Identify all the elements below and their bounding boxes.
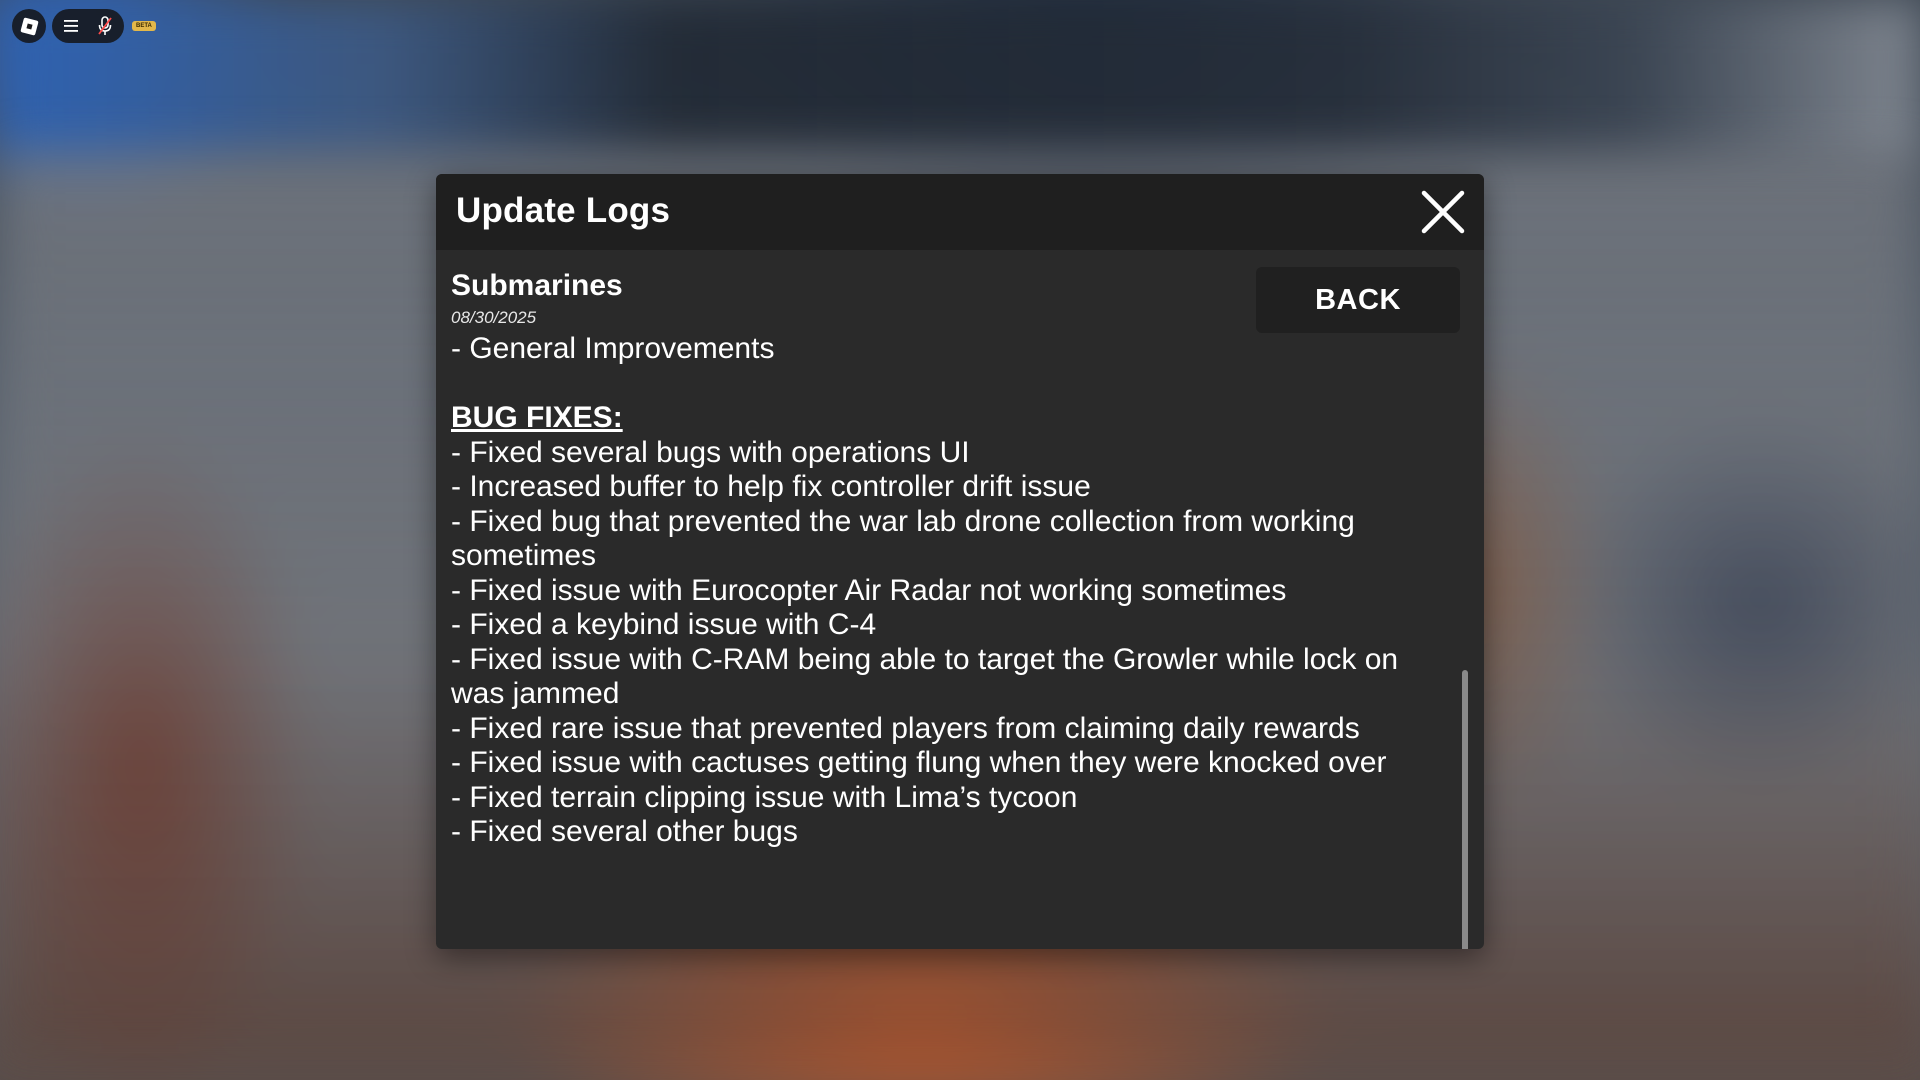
- bug-fix-list: - Fixed several bugs with operations UI -…: [451, 436, 1451, 850]
- hamburger-menu-icon: [64, 20, 78, 32]
- bug-fix-item: - Fixed rare issue that prevented player…: [451, 711, 1360, 745]
- roblox-logo-icon: [19, 16, 39, 36]
- menu-button[interactable]: [60, 15, 82, 37]
- bug-fix-item: - Increased buffer to help fix controlle…: [451, 470, 1091, 503]
- bug-fix-item: - Fixed several bugs with operations UI: [451, 435, 970, 469]
- microphone-muted-icon: [98, 16, 112, 35]
- microphone-button[interactable]: [94, 15, 116, 37]
- back-button[interactable]: BACK: [1256, 267, 1460, 333]
- update-logs-modal: Update Logs Submarines 08/30/2025 - Gene…: [436, 174, 1484, 949]
- system-topbar: BETA: [12, 9, 156, 43]
- close-icon: [1421, 190, 1465, 234]
- topbar-controls: [52, 9, 124, 43]
- bug-fix-item: - Fixed issue with Eurocopter Air Radar …: [451, 573, 1287, 607]
- bug-fix-item: - Fixed a keybind issue with C-4: [451, 608, 877, 641]
- update-log-entry: Submarines 08/30/2025 - General Improvem…: [451, 266, 1451, 850]
- blurred-sky: [0, 0, 1920, 160]
- roblox-menu-button[interactable]: [12, 9, 46, 43]
- scrollbar-thumb[interactable]: [1462, 670, 1468, 949]
- bug-fix-item: - Fixed issue with C-RAM being able to t…: [451, 642, 1407, 711]
- bug-fix-item: - Fixed terrain clipping issue with Lima…: [451, 780, 1078, 814]
- bug-fix-item: - Fixed issue with cactuses getting flun…: [451, 746, 1387, 779]
- close-button[interactable]: [1418, 187, 1468, 237]
- beta-badge: BETA: [132, 21, 156, 31]
- scrollbar[interactable]: [1460, 250, 1470, 949]
- bug-fixes-heading: BUG FIXES:: [451, 401, 623, 434]
- bug-fix-item: - Fixed bug that prevented the war lab d…: [451, 504, 1364, 573]
- modal-title: Update Logs: [456, 191, 671, 230]
- game-viewport: BETA Update Logs Submarines 08/30/2025 -…: [0, 0, 1920, 1080]
- entry-summary: - General Improvements: [451, 332, 775, 365]
- bug-fix-item: - Fixed several other bugs: [451, 815, 798, 848]
- modal-header: Update Logs: [436, 174, 1484, 250]
- modal-body[interactable]: Submarines 08/30/2025 - General Improvem…: [436, 250, 1484, 949]
